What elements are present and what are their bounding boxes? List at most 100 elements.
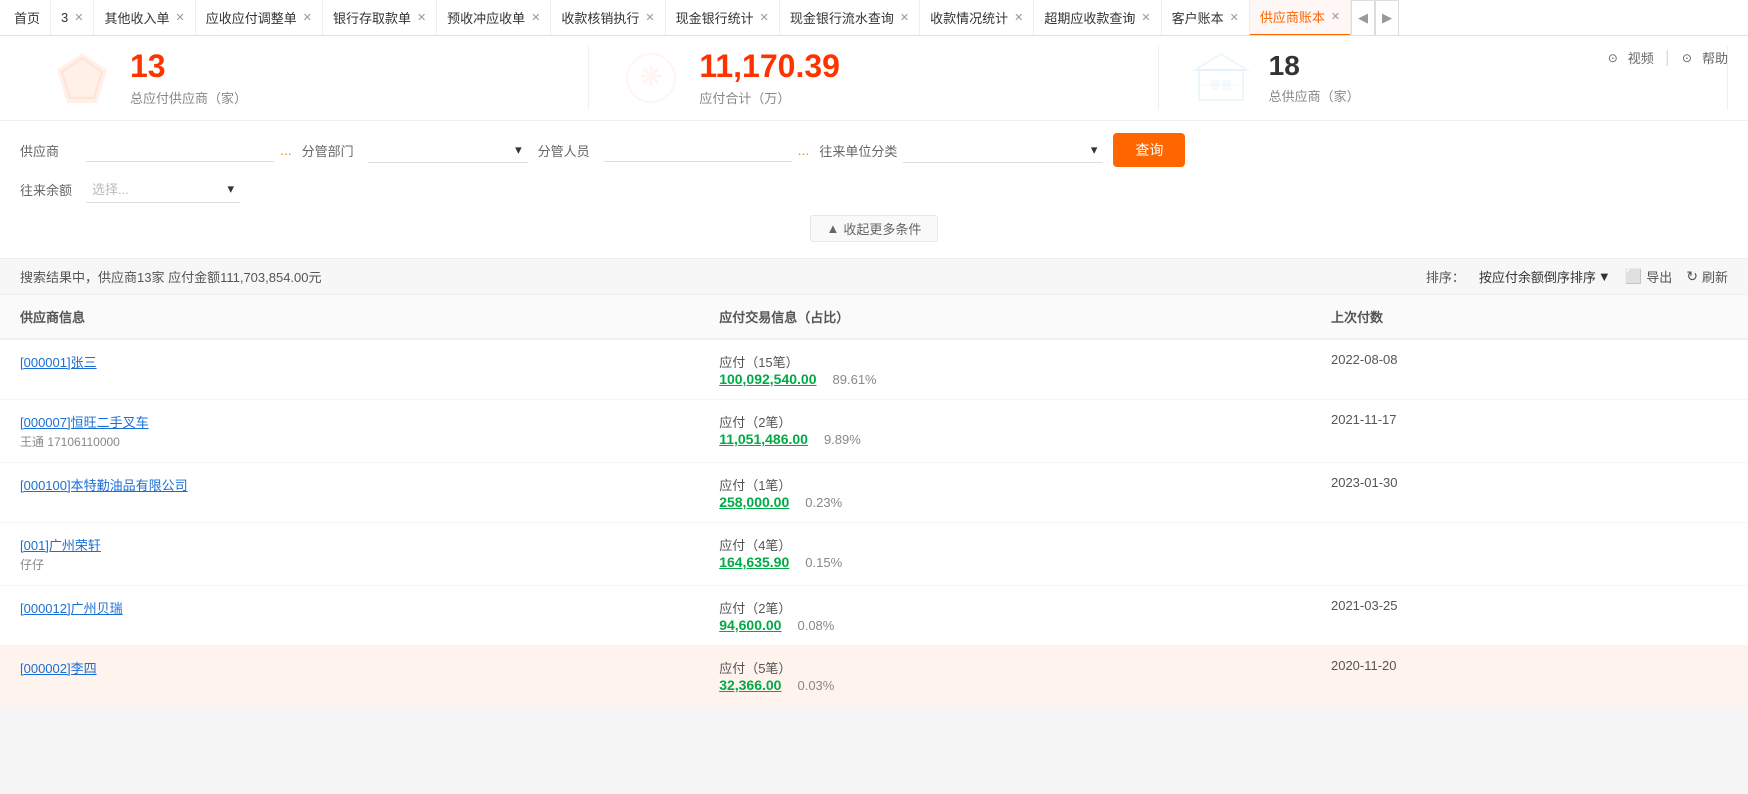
balance-dropdown-icon: ▾ [227,181,234,197]
payable-amount[interactable]: 32,366.00 [719,677,781,693]
collapse-label: 收起更多条件 [843,219,921,238]
nav-bank-deposit-close[interactable]: ✕ [417,11,426,24]
payable-percentage: 0.03% [797,678,834,693]
supplier-link[interactable]: [000100]本特勤油品有限公司 [20,478,188,493]
payable-total-amount: 11,170.39 [699,49,840,84]
category-filter-label: 往来单位分类 [819,141,897,160]
balance-filter-select[interactable]: 选择... ▾ [86,175,240,203]
nav-supplier-account[interactable]: 供应商账本 ✕ [1250,0,1351,36]
nav-customer-account[interactable]: 客户账本 ✕ [1162,0,1250,36]
sort-value: 按应付余额倒序排序 [1479,267,1596,286]
payable-amount[interactable]: 11,051,486.00 [719,431,808,447]
nav-cash-bank-flow-close[interactable]: ✕ [900,11,909,24]
supplier-sub-info: 王通 17106110000 [20,433,679,450]
nav-customer-account-close[interactable]: ✕ [1230,11,1239,24]
category-dropdown-icon: ▾ [1091,142,1098,158]
nav-cash-bank-stat[interactable]: 现金银行统计 ✕ [666,0,780,36]
supplier-link[interactable]: [000007]恒旺二手叉车 [20,415,149,430]
supplier-link[interactable]: [001]广州荣轩 [20,538,101,553]
last-pay-cell: 2022-08-08 [1311,339,1748,400]
nav-tab3[interactable]: 3 ✕ [51,0,94,36]
supplier-filter-input[interactable] [86,138,274,162]
payable-percentage: 9.89% [824,432,861,447]
nav-home-label: 首页 [14,8,40,27]
person-filter-input[interactable] [604,138,792,162]
sort-select[interactable]: 按应付余额倒序排序 ▼ [1479,267,1611,286]
col-payable-info: 应付交易信息（占比） [699,295,1311,339]
nav-other-income-close[interactable]: ✕ [175,11,184,24]
supplier-dots[interactable]: ... [280,142,292,158]
payable-amount[interactable]: 100,092,540.00 [719,371,816,387]
col-supplier-info: 供应商信息 [0,295,699,339]
payable-label: 应付（2笔） [719,598,1291,617]
nav-next-arrow[interactable]: ▶ [1375,0,1399,36]
result-actions: 排序： 按应付余额倒序排序 ▼ ⬜ 导出 ↻ 刷新 [1426,267,1728,286]
help-link[interactable]: 帮助 [1702,48,1728,67]
supplier-filter-label: 供应商 [20,141,80,160]
nav-bank-deposit[interactable]: 银行存取款单 ✕ [323,0,437,36]
nav-supplier-account-close[interactable]: ✕ [1331,10,1340,23]
nav-cash-bank-stat-close[interactable]: ✕ [760,11,769,24]
refresh-button[interactable]: ↻ 刷新 [1686,267,1728,286]
nav-other-income[interactable]: 其他收入单 ✕ [94,0,195,36]
table-row: [000007]恒旺二手叉车王通 17106110000应付（2笔）11,051… [0,400,1748,463]
divider: │ [1664,50,1672,65]
supplier-info-cell: [001]广州荣轩仔仔 [0,523,699,586]
supplier-info-cell: [000100]本特勤油品有限公司 [0,463,699,523]
filter-row-1: 供应商 ... 分管部门 ▾ 分管人员 ... 往来单位分类 [20,133,1728,167]
help-icon: ⊙ [1682,51,1692,65]
summary-total-suppliers-text: 18 总供应商（家） [1269,51,1360,105]
nav-receipt-verify[interactable]: 收款核销执行 ✕ [551,0,665,36]
total-suppliers-label: 总供应商（家） [1269,86,1360,105]
table-row: [000002]李四应付（5笔）32,366.000.03%2020-11-20 [0,646,1748,706]
person-filter-label: 分管人员 [538,141,598,160]
supplier-info-cell: [000001]张三 [0,339,699,400]
supplier-link[interactable]: [000012]广州贝瑞 [20,601,123,616]
nav-tab3-close[interactable]: ✕ [74,11,83,24]
export-button[interactable]: ⬜ 导出 [1625,267,1672,286]
nav-advance-collect[interactable]: 预收冲应收单 ✕ [437,0,551,36]
nav-overdue-collect[interactable]: 超期应收款查询 ✕ [1034,0,1161,36]
top-navigation: 首页 3 ✕ 其他收入单 ✕ 应收应付调整单 ✕ 银行存取款单 ✕ 预收冲应收单… [0,0,1748,36]
nav-cash-bank-flow[interactable]: 现金银行流水查询 ✕ [780,0,920,36]
export-label: 导出 [1646,267,1672,286]
last-pay-cell [1311,523,1748,586]
nav-ar-adjustment[interactable]: 应收应付调整单 ✕ [196,0,323,36]
payable-label: 应付（4笔） [719,535,1291,554]
supplier-link[interactable]: [000001]张三 [20,355,97,370]
collapse-button[interactable]: ▲ 收起更多条件 [810,215,939,242]
nav-home[interactable]: 首页 [4,0,51,36]
nav-prev-arrow[interactable]: ◀ [1351,0,1375,36]
payable-amount[interactable]: 94,600.00 [719,617,781,633]
payable-info-cell: 应付（2笔）11,051,486.009.89% [699,400,1311,463]
payable-suppliers-count: 13 [130,49,247,84]
nav-receipt-verify-close[interactable]: ✕ [645,11,654,24]
payable-amount[interactable]: 164,635.90 [719,554,789,570]
video-link[interactable]: 视频 [1628,48,1654,67]
nav-overdue-collect-close[interactable]: ✕ [1141,11,1150,24]
payable-percentage: 89.61% [833,372,877,387]
dept-filter-select[interactable]: ▾ [368,138,528,163]
last-pay-cell: 2021-11-17 [1311,400,1748,463]
col-last-pay: 上次付数 [1311,295,1748,339]
result-bar: 搜索结果中，供应商13家 应付金额111,703,854.00元 排序： 按应付… [0,259,1748,295]
nav-advance-collect-label: 预收冲应收单 [447,8,525,27]
payable-amount[interactable]: 258,000.00 [719,494,789,510]
last-pay-cell: 2023-01-30 [1311,463,1748,523]
nav-customer-account-label: 客户账本 [1172,8,1224,27]
filter-supplier: 供应商 ... [20,138,292,162]
nav-advance-collect-close[interactable]: ✕ [531,11,540,24]
supplier-link[interactable]: [000002]李四 [20,661,97,676]
query-button[interactable]: 查询 [1113,133,1185,167]
nav-bank-deposit-label: 银行存取款单 [333,8,411,27]
payable-percentage: 0.15% [805,555,842,570]
nav-collect-stat-close[interactable]: ✕ [1014,11,1023,24]
category-filter-select[interactable]: ▾ [903,138,1103,163]
nav-ar-adjustment-close[interactable]: ✕ [303,11,312,24]
person-dots[interactable]: ... [798,142,810,158]
table-row: [000012]广州贝瑞应付（2笔）94,600.000.08%2021-03-… [0,586,1748,646]
payable-label: 应付（5笔） [719,658,1291,677]
diamond-icon [50,46,114,110]
payable-label: 应付（15笔） [719,352,1291,371]
nav-collect-stat[interactable]: 收款情况统计 ✕ [920,0,1034,36]
